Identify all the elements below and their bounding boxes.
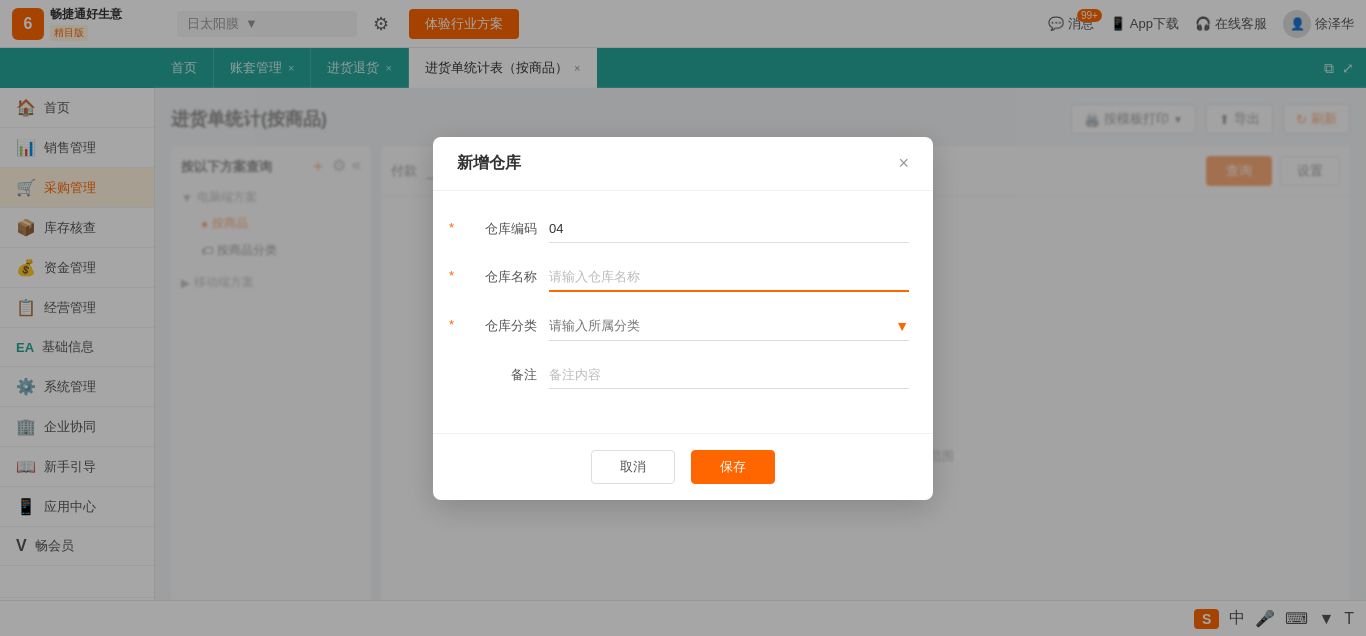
- category-dropdown-icon: ▼: [895, 318, 909, 334]
- category-label: 仓库分类: [457, 317, 537, 335]
- category-select[interactable]: ▼: [549, 312, 909, 341]
- code-input[interactable]: [549, 215, 909, 243]
- form-row-category: 仓库分类 ▼: [457, 312, 909, 341]
- modal-footer: 取消 保存: [433, 433, 933, 500]
- modal-title: 新增仓库: [457, 153, 521, 174]
- remark-input[interactable]: [549, 361, 909, 389]
- name-label: 仓库名称: [457, 268, 537, 286]
- form-row-remark: 备注: [457, 361, 909, 389]
- modal-overlay: 新增仓库 × 仓库编码 仓库名称 仓库分类 ▼: [0, 0, 1366, 636]
- form-row-code: 仓库编码: [457, 215, 909, 243]
- remark-label: 备注: [457, 366, 537, 384]
- save-button[interactable]: 保存: [691, 450, 775, 484]
- new-warehouse-modal: 新增仓库 × 仓库编码 仓库名称 仓库分类 ▼: [433, 137, 933, 500]
- name-input[interactable]: [549, 263, 909, 292]
- category-input[interactable]: [549, 318, 895, 333]
- modal-close-button[interactable]: ×: [898, 153, 909, 174]
- cancel-button[interactable]: 取消: [591, 450, 675, 484]
- modal-body: 仓库编码 仓库名称 仓库分类 ▼ 备注: [433, 191, 933, 433]
- form-row-name: 仓库名称: [457, 263, 909, 292]
- modal-header: 新增仓库 ×: [433, 137, 933, 191]
- code-label: 仓库编码: [457, 220, 537, 238]
